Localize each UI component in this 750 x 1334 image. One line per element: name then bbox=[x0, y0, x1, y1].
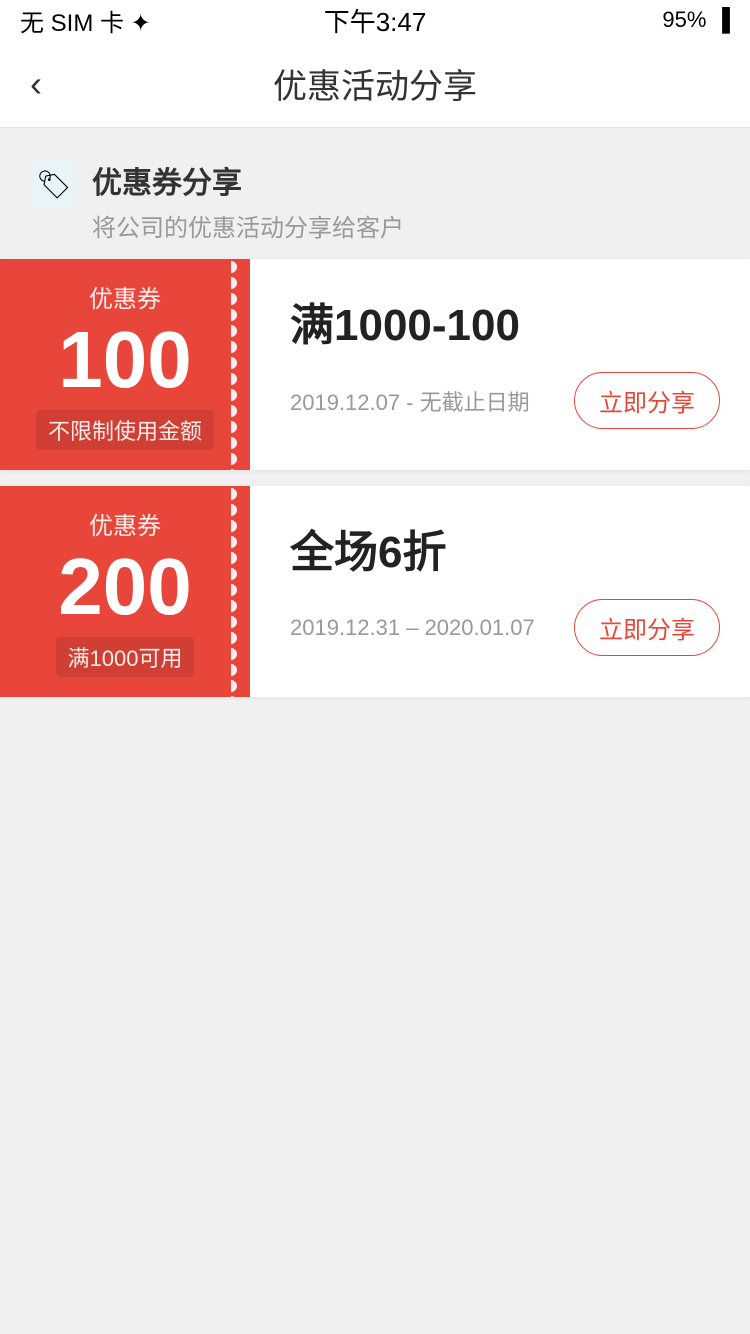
section-subtitle: 将公司的优惠活动分享给客户 bbox=[92, 208, 404, 243]
sim-label: 无 SIM 卡 ✦ bbox=[20, 3, 151, 38]
coupon-condition-1: 满1000可用 bbox=[56, 637, 195, 677]
coupon-label-0: 优惠券 bbox=[89, 279, 161, 314]
coupon-card: 优惠券 200 满1000可用 全场6折 2019.12.31 – 2020.0… bbox=[0, 486, 750, 697]
battery-label: 95% bbox=[662, 7, 706, 33]
coupon-card: 优惠券 100 不限制使用金额 满1000-100 2019.12.07 - 无… bbox=[0, 259, 750, 470]
empty-area bbox=[0, 733, 750, 1333]
coupon-bottom-row-1: 2019.12.31 – 2020.01.07 立即分享 bbox=[290, 599, 720, 656]
coupon-date-0: 2019.12.07 - 无截止日期 bbox=[290, 385, 564, 417]
back-button[interactable]: ‹ bbox=[30, 63, 42, 105]
coupon-date-1: 2019.12.31 – 2020.01.07 bbox=[290, 615, 564, 641]
coupon-right-1: 全场6折 2019.12.31 – 2020.01.07 立即分享 bbox=[250, 486, 750, 697]
coupon-bottom-row-0: 2019.12.07 - 无截止日期 立即分享 bbox=[290, 372, 720, 429]
coupon-name-1: 全场6折 bbox=[290, 527, 720, 580]
status-bar: 无 SIM 卡 ✦ 下午3:47 95% ▐ bbox=[0, 0, 750, 40]
coupon-list: 优惠券 100 不限制使用金额 满1000-100 2019.12.07 - 无… bbox=[0, 259, 750, 733]
coupon-name-0: 满1000-100 bbox=[290, 300, 720, 353]
coupon-label-1: 优惠券 bbox=[89, 506, 161, 541]
share-button-0[interactable]: 立即分享 bbox=[574, 372, 720, 429]
status-left: 无 SIM 卡 ✦ bbox=[20, 3, 151, 38]
nav-bar: ‹ 优惠活动分享 bbox=[0, 40, 750, 128]
coupon-amount-0: 100 bbox=[58, 320, 191, 400]
coupon-section-icon: 🏷 bbox=[30, 160, 78, 208]
section-title: 优惠券分享 bbox=[92, 158, 404, 202]
coupon-right-0: 满1000-100 2019.12.07 - 无截止日期 立即分享 bbox=[250, 259, 750, 470]
status-time: 下午3:47 bbox=[324, 2, 427, 39]
coupon-left-1: 优惠券 200 满1000可用 bbox=[0, 486, 250, 697]
share-button-1[interactable]: 立即分享 bbox=[574, 599, 720, 656]
status-right: 95% ▐ bbox=[662, 7, 730, 33]
page-title: 优惠活动分享 bbox=[273, 59, 477, 108]
coupon-left-0: 优惠券 100 不限制使用金额 bbox=[0, 259, 250, 470]
coupon-condition-0: 不限制使用金额 bbox=[36, 410, 214, 450]
battery-icon: ▐ bbox=[714, 7, 730, 33]
coupon-amount-1: 200 bbox=[58, 547, 191, 627]
section-header: 🏷 优惠券分享 将公司的优惠活动分享给客户 bbox=[0, 128, 750, 259]
section-text: 优惠券分享 将公司的优惠活动分享给客户 bbox=[92, 158, 404, 243]
